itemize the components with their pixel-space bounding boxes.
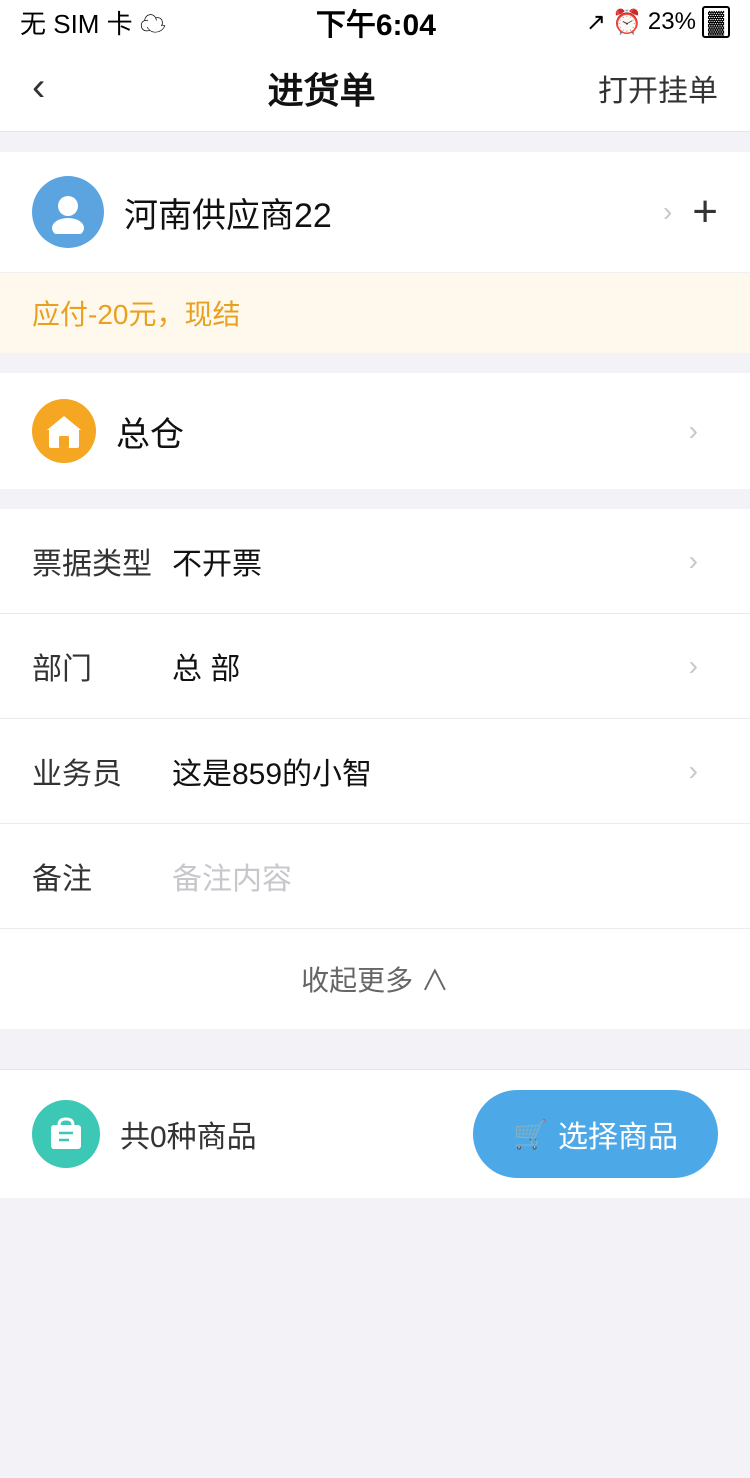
location-icon: ↗ <box>586 8 606 37</box>
warehouse-row[interactable]: 总仓 › <box>0 373 750 489</box>
cart-plus-icon: 🛒 <box>513 1118 548 1151</box>
salesperson-label: 业务员 <box>32 749 172 793</box>
department-value: 总 部 <box>172 644 689 688</box>
sim-status: 无 SIM 卡 ☁ <box>20 4 166 41</box>
product-count-icon <box>32 1100 100 1168</box>
gap-4 <box>0 1029 750 1049</box>
battery-icon: ▓ <box>702 6 730 38</box>
warehouse-chevron-icon: › <box>689 415 698 447</box>
gap-3 <box>0 489 750 509</box>
nav-bar: ‹ 进货单 打开挂单 <box>0 44 750 132</box>
back-button[interactable]: ‹ <box>32 65 45 110</box>
remark-input[interactable]: 备注内容 <box>172 854 718 898</box>
remark-row[interactable]: 备注 备注内容 <box>0 823 750 928</box>
status-time: 下午6:04 <box>316 0 436 44</box>
person-icon <box>46 190 90 234</box>
page-title: 进货单 <box>268 62 376 114</box>
status-right: ↗ ⏰ 23% ▓ <box>586 6 730 38</box>
page-background <box>0 1198 750 1478</box>
department-label: 部门 <box>32 644 172 688</box>
select-product-button[interactable]: 🛒 选择商品 <box>473 1090 718 1178</box>
status-bar: 无 SIM 卡 ☁ 下午6:04 ↗ ⏰ 23% ▓ <box>0 0 750 44</box>
invoice-type-label: 票据类型 <box>32 539 172 583</box>
warehouse-icon <box>32 399 96 463</box>
warehouse-section: 总仓 › <box>0 373 750 489</box>
department-chevron-icon: › <box>689 650 698 682</box>
form-section: 票据类型 不开票 › 部门 总 部 › 业务员 这是859的小智 › 备注 备注… <box>0 509 750 1029</box>
collapse-button[interactable]: 收起更多 ∧ <box>0 928 750 1029</box>
supplier-row[interactable]: 河南供应商22 › + <box>0 152 750 273</box>
battery-level: 23% <box>648 8 696 36</box>
bottom-bar: 共0种商品 🛒 选择商品 <box>0 1069 750 1198</box>
invoice-type-value: 不开票 <box>172 539 689 583</box>
warehouse-name: 总仓 <box>116 407 689 456</box>
remark-label: 备注 <box>32 854 172 898</box>
alarm-icon: ⏰ <box>612 8 642 37</box>
open-pending-button[interactable]: 打开挂单 <box>598 66 718 110</box>
salesperson-chevron-icon: › <box>689 755 698 787</box>
gap-1 <box>0 132 750 152</box>
supplier-chevron-icon: › <box>663 196 672 228</box>
invoice-type-row[interactable]: 票据类型 不开票 › <box>0 509 750 613</box>
gap-2 <box>0 353 750 373</box>
department-row[interactable]: 部门 总 部 › <box>0 613 750 718</box>
select-product-label: 选择商品 <box>558 1112 678 1156</box>
alert-banner: 应付-20元，现结 <box>0 273 750 353</box>
invoice-type-chevron-icon: › <box>689 545 698 577</box>
add-supplier-button[interactable]: + <box>692 187 718 237</box>
salesperson-row[interactable]: 业务员 这是859的小智 › <box>0 718 750 823</box>
status-left: 无 SIM 卡 ☁ <box>20 4 166 41</box>
supplier-name: 河南供应商22 <box>124 188 663 237</box>
salesperson-value: 这是859的小智 <box>172 749 689 793</box>
supplier-avatar <box>32 176 104 248</box>
supplier-section: 河南供应商22 › + 应付-20元，现结 <box>0 152 750 353</box>
product-count-text: 共0种商品 <box>120 1112 473 1156</box>
